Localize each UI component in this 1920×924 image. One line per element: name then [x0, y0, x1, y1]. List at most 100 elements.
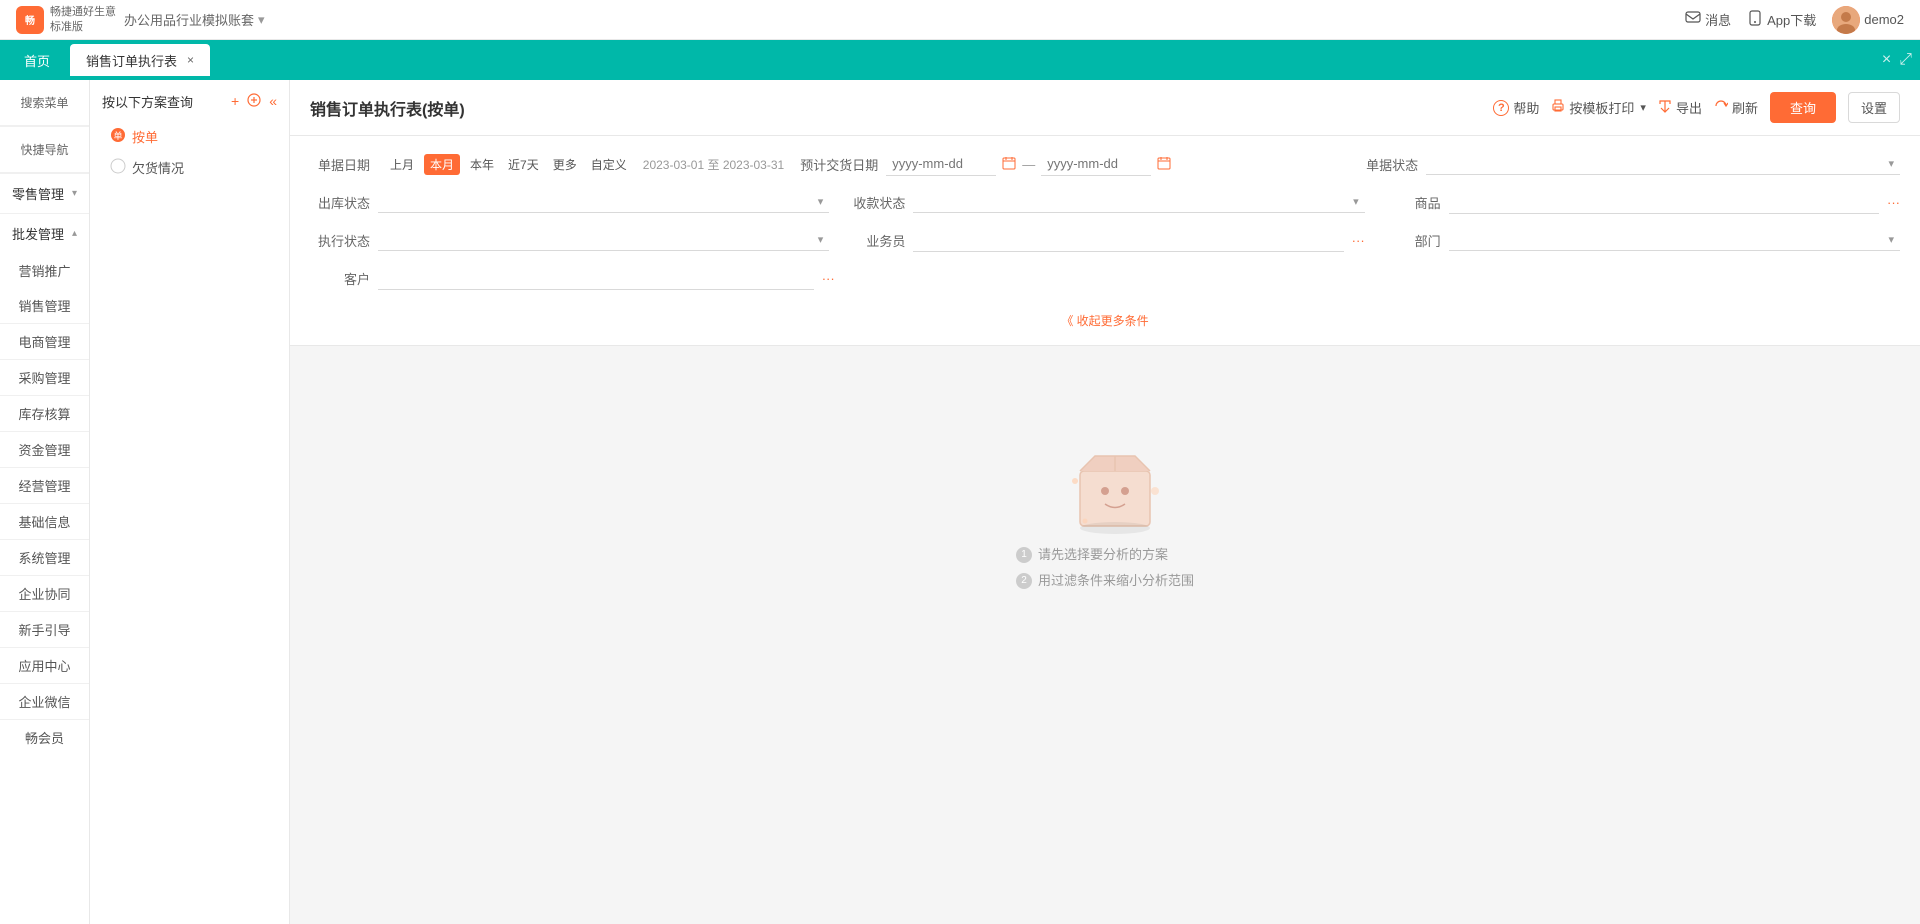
step-1-num: 1 [1016, 547, 1032, 563]
wholesale-chevron-icon: ▴ [72, 228, 77, 239]
tab-bar-actions: × ⤢ [1882, 51, 1912, 69]
shortcut-this-month[interactable]: 本月 [424, 154, 460, 175]
sidebar-item-wholesale[interactable]: 批发管理 ▴ [0, 214, 89, 253]
sidebar-group-wholesale: 批发管理 ▴ 营销推广 销售管理 [0, 214, 89, 324]
settings-button[interactable]: 设置 [1848, 92, 1900, 123]
payment-chevron-icon: ▾ [1353, 195, 1359, 208]
print-button[interactable]: 按模板打印 ▾ [1551, 98, 1646, 117]
scheme-inactive-icon [110, 158, 126, 177]
refresh-button[interactable]: 刷新 [1714, 98, 1758, 117]
sidebar-group-retail: 零售管理 ▾ [0, 174, 89, 214]
query-button[interactable]: 查询 [1770, 92, 1836, 123]
message-button[interactable]: 消息 [1685, 10, 1731, 30]
app-download-button[interactable]: App下载 [1747, 10, 1816, 29]
add-scheme-button[interactable]: + [231, 93, 239, 110]
main-panel: 按以下方案查询 + « 单 按单 欠货情况 [90, 80, 1920, 924]
svg-text:畅: 畅 [25, 14, 35, 27]
salesperson-more-icon[interactable]: ··· [1352, 233, 1365, 248]
sidebar-item-member[interactable]: 畅会员 [0, 720, 89, 755]
sidebar-item-system[interactable]: 系统管理 [0, 540, 89, 575]
search-menu-button[interactable]: 搜索菜单 [0, 88, 89, 117]
tab-home[interactable]: 首页 [8, 44, 66, 76]
svg-text:单: 单 [113, 130, 122, 141]
dept-label: 部门 [1381, 231, 1441, 250]
filter-group-expected-date: 预计交货日期 — [800, 152, 1342, 176]
empty-step-2: 2 用过滤条件来缩小分析范围 [1016, 568, 1194, 594]
stock-chevron-icon: ▾ [818, 195, 824, 208]
calendar-end-icon[interactable] [1157, 156, 1171, 173]
filter-group-salesperson: 业务员 ··· [845, 228, 1364, 252]
breadcrumb: 办公用品行业模拟账套 ▾ [124, 10, 265, 29]
salesperson-label: 业务员 [845, 231, 905, 250]
user-menu[interactable]: demo2 [1832, 6, 1904, 34]
date-range-text: 2023-03-01 至 2023-03-31 [643, 156, 784, 173]
sidebar-item-sales[interactable]: 销售管理 [0, 288, 89, 323]
sidebar-item-apps[interactable]: 应用中心 [0, 648, 89, 683]
top-bar-right: 消息 App下载 demo2 [1685, 6, 1904, 34]
shortcut-nav-button[interactable]: 快捷导航 [0, 135, 89, 164]
sidebar-item-marketing[interactable]: 营销推广 [0, 253, 89, 288]
collapse-panel-icon[interactable]: « [269, 93, 277, 110]
date-label: 单据日期 [310, 155, 370, 174]
shortcut-more[interactable]: 更多 [549, 154, 581, 175]
calendar-start-icon[interactable] [1002, 156, 1016, 173]
edit-scheme-button[interactable] [247, 93, 261, 110]
breadcrumb-chevron-icon[interactable]: ▾ [258, 12, 265, 28]
dept-chevron-icon: ▾ [1888, 233, 1894, 246]
sidebar-search-section: 搜索菜单 [0, 80, 89, 126]
stock-status-select[interactable]: ▾ [378, 191, 829, 213]
status-label: 单据状态 [1358, 155, 1418, 174]
shortcut-last-month[interactable]: 上月 [386, 154, 418, 175]
window-maximize-icon[interactable]: ⤢ [1899, 51, 1912, 69]
expected-date-end[interactable] [1041, 152, 1151, 176]
tab-sales-order[interactable]: 销售订单执行表 × [70, 44, 210, 76]
status-select[interactable]: ▾ [1426, 153, 1900, 175]
help-button[interactable]: ? 帮助 [1493, 98, 1539, 117]
scheme-item-shortage[interactable]: 欠货情况 [102, 152, 277, 183]
left-filter-panel: 按以下方案查询 + « 单 按单 欠货情况 [90, 80, 290, 924]
exec-status-label: 执行状态 [310, 231, 370, 250]
help-icon: ? [1493, 100, 1509, 116]
window-close-icon[interactable]: × [1882, 51, 1891, 69]
left-filter-header: 按以下方案查询 + « [102, 92, 277, 111]
main-layout: 搜索菜单 快捷导航 零售管理 ▾ 批发管理 ▴ 营销推广 销售管理 电商管理 采… [0, 80, 1920, 924]
sidebar-item-enterprise[interactable]: 企业协同 [0, 576, 89, 611]
sidebar-item-guide[interactable]: 新手引导 [0, 612, 89, 647]
payment-status-label: 收款状态 [845, 193, 905, 212]
sidebar-item-finance[interactable]: 资金管理 [0, 432, 89, 467]
sidebar-item-inventory[interactable]: 库存核算 [0, 396, 89, 431]
shortcut-7days[interactable]: 近7天 [504, 154, 543, 175]
salesperson-input[interactable] [913, 228, 1343, 252]
goods-more-icon[interactable]: ··· [1887, 195, 1900, 210]
filter-group-exec-status: 执行状态 ▾ [310, 229, 829, 251]
expected-date-start[interactable] [886, 152, 996, 176]
date-range-separator: — [1022, 157, 1035, 172]
dept-select[interactable]: ▾ [1449, 229, 1900, 251]
filter-panel: 单据日期 上月 本月 本年 近7天 更多 自定义 2023-03-01 至 20… [290, 136, 1920, 346]
customer-more-icon[interactable]: ··· [822, 271, 835, 286]
scheme-item-per-order[interactable]: 单 按单 [102, 121, 277, 152]
sidebar-item-basic[interactable]: 基础信息 [0, 504, 89, 539]
shortcut-this-year[interactable]: 本年 [466, 154, 498, 175]
sidebar-item-ecommerce[interactable]: 电商管理 [0, 324, 89, 359]
page-header: 销售订单执行表(按单) ? 帮助 按模板打印 ▾ [290, 80, 1920, 136]
tab-close-icon[interactable]: × [187, 53, 194, 67]
shortcut-custom[interactable]: 自定义 [587, 154, 631, 175]
print-dropdown-icon[interactable]: ▾ [1640, 101, 1646, 114]
exec-status-select[interactable]: ▾ [378, 229, 829, 251]
sidebar-item-purchase[interactable]: 采购管理 [0, 360, 89, 395]
sidebar-item-business[interactable]: 经营管理 [0, 468, 89, 503]
sidebar-item-retail[interactable]: 零售管理 ▾ [0, 174, 89, 213]
date-shortcuts: 上月 本月 本年 近7天 更多 自定义 [386, 154, 631, 175]
empty-text: 1 请先选择要分析的方案 2 用过滤条件来缩小分析范围 [1016, 542, 1194, 594]
customer-input[interactable] [378, 266, 814, 290]
top-bar-left: 畅 畅捷通好生意 标准版 办公用品行业模拟账套 ▾ [16, 5, 265, 34]
collapse-button[interactable]: 《 收起更多条件 [1061, 314, 1148, 328]
goods-input[interactable] [1449, 190, 1879, 214]
top-bar: 畅 畅捷通好生意 标准版 办公用品行业模拟账套 ▾ 消息 App下载 [0, 0, 1920, 40]
sidebar-item-wechat[interactable]: 企业微信 [0, 684, 89, 719]
payment-status-select[interactable]: ▾ [913, 191, 1364, 213]
expected-date-range: — [886, 152, 1342, 176]
page-actions: ? 帮助 按模板打印 ▾ 导出 [1493, 92, 1900, 123]
export-button[interactable]: 导出 [1658, 98, 1702, 117]
